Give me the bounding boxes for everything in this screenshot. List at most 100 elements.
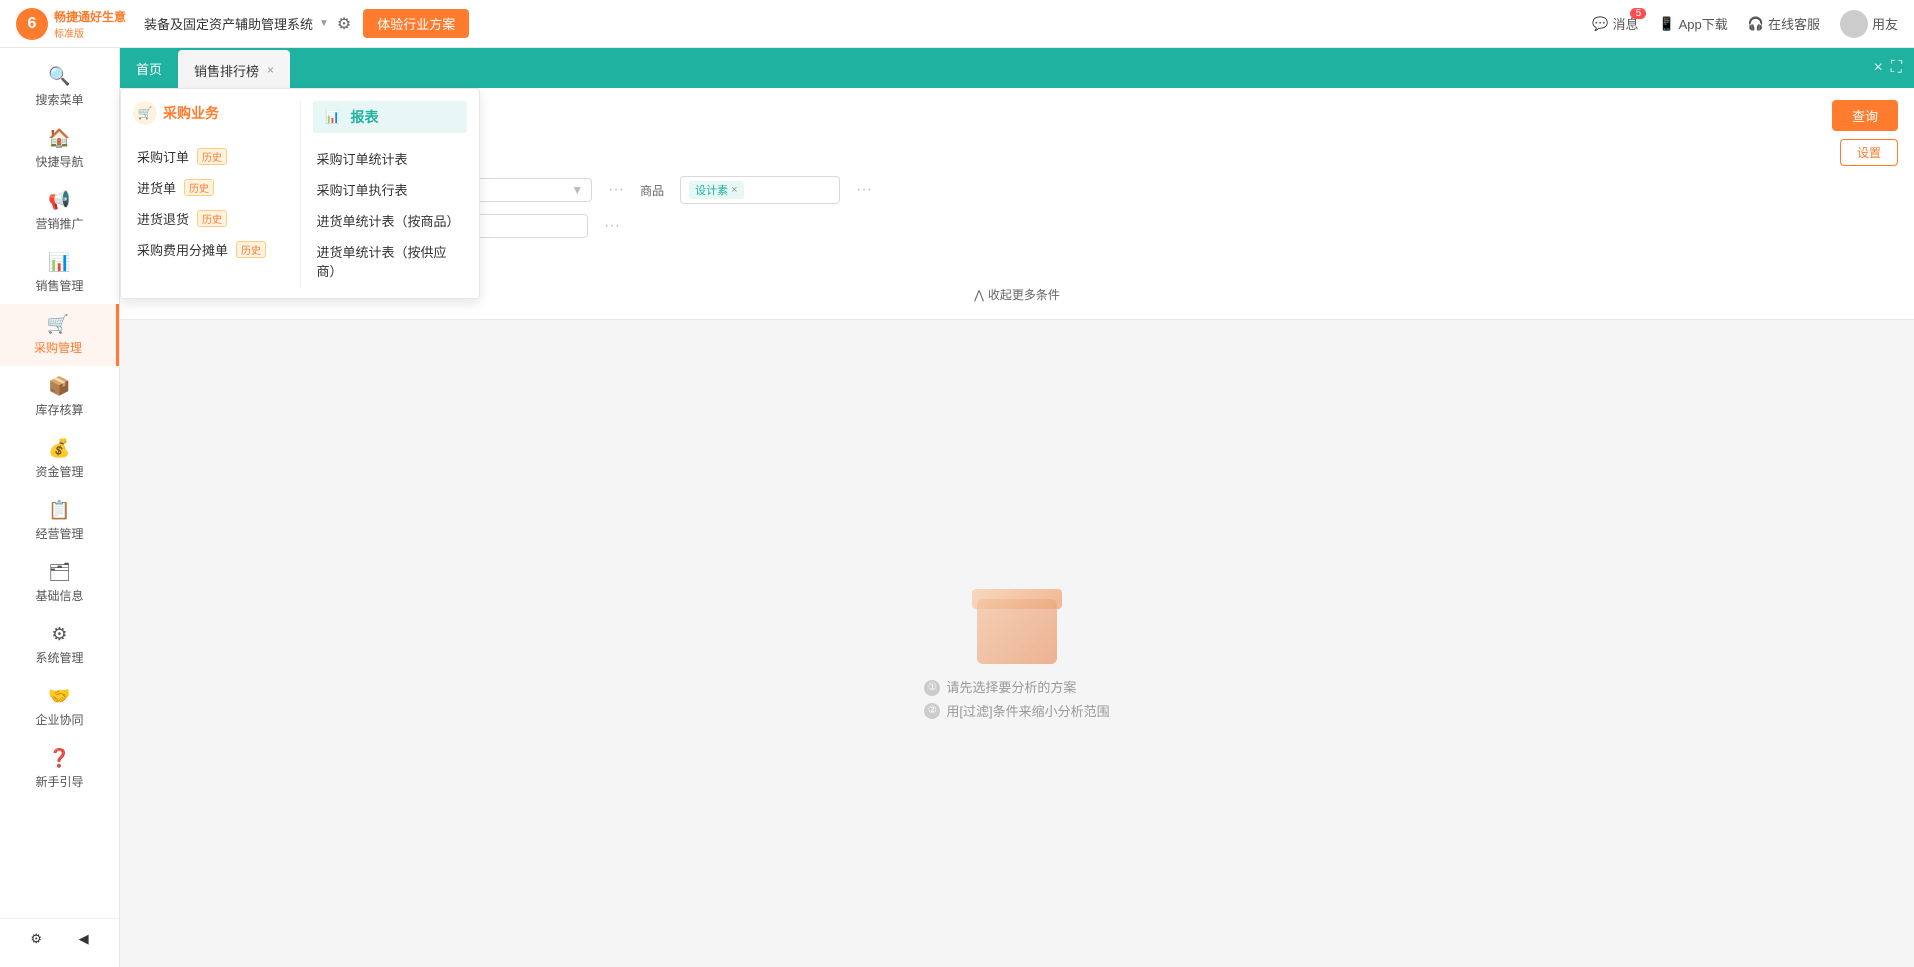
system-selector[interactable]: 装备及固定资产辅助管理系统 ▼	[144, 14, 329, 33]
chevron-down-icon: ▼	[571, 183, 583, 197]
tab-bar: 首页 销售排行榜 × × ⛶	[120, 48, 1914, 88]
user-menu[interactable]: 用友	[1840, 10, 1898, 38]
menu-item-incoming-stat-supplier[interactable]: 进货单统计表（按供应商）	[313, 236, 468, 286]
sidebar-bottom: ⚙ ◀	[0, 918, 119, 959]
purchase-section: 🛒 采购业务 采购订单 历史 进货单 历史 进货退货 历史 采购费用分摊单 历史	[121, 101, 300, 286]
purchase-menu-icon: 🛒	[133, 101, 157, 125]
empty-illustration	[957, 564, 1077, 664]
system-icon: ⚙	[51, 624, 67, 645]
empty-state: ① 请先选择要分析的方案 ② 用[过滤]条件来缩小分析范围	[120, 320, 1914, 967]
menu-item-order-exec[interactable]: 采购订单执行表	[313, 174, 468, 205]
hist-tag: 历史	[184, 179, 214, 196]
sidebar-item-system[interactable]: ⚙ 系统管理	[0, 614, 119, 676]
sidebar-item-capital[interactable]: 💰 资金管理	[0, 428, 119, 490]
settings-icon[interactable]: ⚙	[337, 14, 351, 34]
sidebar-label: 新手引导	[35, 773, 83, 790]
product-more[interactable]: ···	[856, 181, 872, 199]
sidebar-item-quick-nav[interactable]: 🏠 快捷导航	[0, 118, 119, 180]
hist-tag: 历史	[236, 241, 266, 258]
sidebar-label: 搜索菜单	[35, 91, 83, 108]
hist-tag: 历史	[197, 148, 227, 165]
sidebar-label: 系统管理	[35, 649, 83, 666]
phone-icon: 📱	[1658, 16, 1674, 32]
sidebar-label: 经营管理	[35, 525, 83, 542]
message-badge: 5	[1630, 8, 1646, 19]
tab-home[interactable]: 首页	[120, 48, 178, 88]
collapse-btn[interactable]: ⋀ 收起更多条件	[974, 286, 1060, 303]
purchase-section-title: 🛒 采购业务	[133, 101, 288, 131]
basic-icon: 🗂	[48, 562, 71, 583]
tab-sales-rank[interactable]: 销售排行榜 ×	[178, 50, 290, 90]
chevron-down-icon: ▼	[319, 18, 329, 29]
logo-text: 畅捷通好生意 标准版	[54, 8, 126, 40]
menu-item-incoming-stat-product[interactable]: 进货单统计表（按商品）	[313, 205, 468, 236]
purchase-icon: 🛒	[47, 314, 69, 335]
menu-item-expense[interactable]: 采购费用分摊单 历史	[133, 234, 288, 265]
headset-icon: 🎧	[1748, 16, 1764, 32]
sidebar-label: 营销推广	[35, 215, 83, 232]
sidebar-item-operation[interactable]: 📋 经营管理	[0, 490, 119, 552]
sidebar-label: 库存核算	[35, 401, 83, 418]
settings-button[interactable]: 设置	[1840, 139, 1898, 166]
sidebar-label: 快捷导航	[35, 153, 83, 170]
salesperson-more[interactable]: ···	[604, 217, 620, 235]
inventory-icon: 📦	[48, 376, 70, 397]
hist-tag: 历史	[197, 210, 227, 227]
menu-item-order-stat[interactable]: 采购订单统计表	[313, 143, 468, 174]
capital-icon: 💰	[48, 438, 70, 459]
query-button[interactable]: 查询	[1832, 100, 1898, 131]
operation-icon: 📋	[48, 500, 70, 521]
sidebar: 🔍 搜索菜单 🏠 快捷导航 📢 营销推广 📊 销售管理 🛒 采购管理 📦 库存核…	[0, 48, 120, 967]
app-download-btn[interactable]: 📱 App下载	[1658, 14, 1727, 33]
sales-icon: 📊	[48, 252, 70, 273]
report-section: 📊 报表 采购订单统计表 采购订单执行表 进货单统计表（按商品） 进货单统计表（…	[300, 101, 480, 286]
top-right: 💬 消息 5 📱 App下载 🎧 在线客服 用友	[1592, 10, 1898, 38]
doc-status-more[interactable]: ···	[608, 181, 624, 199]
tab-close-icon[interactable]: ×	[267, 63, 274, 77]
sidebar-label: 采购管理	[34, 339, 82, 356]
expand-icon[interactable]: ⛶	[1891, 59, 1902, 77]
product-tag: 设计素 ×	[689, 181, 743, 199]
sidebar-collapse-icon[interactable]: ◀	[79, 931, 89, 947]
report-menu-icon: 📊	[321, 105, 345, 129]
avatar	[1840, 10, 1868, 38]
home-icon: 🏠	[48, 128, 70, 149]
top-bar: 6 畅捷通好生意 标准版 装备及固定资产辅助管理系统 ▼ ⚙ 体验行业方案 💬 …	[0, 0, 1914, 48]
product-field[interactable]: 设计素 ×	[680, 176, 840, 204]
messages-btn[interactable]: 💬 消息 5	[1592, 14, 1638, 33]
logo-area: 6 畅捷通好生意 标准版	[16, 8, 136, 40]
empty-box	[977, 599, 1057, 664]
sidebar-label: 销售管理	[35, 277, 83, 294]
sidebar-item-inventory[interactable]: 📦 库存核算	[0, 366, 119, 428]
collapse-icon: ⋀	[974, 288, 984, 302]
product-label: 商品	[640, 182, 664, 199]
sidebar-item-purchase[interactable]: 🛒 采购管理	[0, 304, 119, 366]
menu-item-purchase-order[interactable]: 采购订单 历史	[133, 141, 288, 172]
query-set-col: 查询 设置	[1832, 100, 1898, 166]
report-section-title: 📊 报表	[313, 101, 468, 133]
enterprise-icon: 🤝	[48, 686, 70, 707]
remove-tag-icon[interactable]: ×	[731, 184, 737, 196]
sidebar-item-search[interactable]: 🔍 搜索菜单	[0, 56, 119, 118]
empty-text: ① 请先选择要分析的方案 ② 用[过滤]条件来缩小分析范围	[924, 676, 1109, 723]
marketing-icon: 📢	[48, 190, 70, 211]
sidebar-label: 企业协同	[35, 711, 83, 728]
step1-num: ①	[924, 680, 940, 696]
message-icon: 💬	[1592, 16, 1608, 32]
sidebar-item-marketing[interactable]: 📢 营销推广	[0, 180, 119, 242]
sidebar-item-sales[interactable]: 📊 销售管理	[0, 242, 119, 304]
purchase-dropdown-menu: 🛒 采购业务 采购订单 历史 进货单 历史 进货退货 历史 采购费用分摊单 历史…	[120, 88, 480, 299]
online-service-btn[interactable]: 🎧 在线客服	[1748, 14, 1820, 33]
close-window-icon[interactable]: ×	[1873, 59, 1882, 77]
sidebar-item-enterprise[interactable]: 🤝 企业协同	[0, 676, 119, 738]
menu-item-return[interactable]: 进货退货 历史	[133, 203, 288, 234]
search-icon: 🔍	[48, 66, 70, 87]
sidebar-item-basic[interactable]: 🗂 基础信息	[0, 552, 119, 614]
sidebar-label: 基础信息	[35, 587, 83, 604]
menu-item-incoming[interactable]: 进货单 历史	[133, 172, 288, 203]
logo-icon: 6	[16, 8, 48, 40]
sidebar-item-guide[interactable]: ❓ 新手引导	[0, 738, 119, 800]
sidebar-settings-icon[interactable]: ⚙	[30, 931, 42, 947]
tab-controls: × ⛶	[1873, 59, 1914, 77]
industry-btn[interactable]: 体验行业方案	[363, 9, 469, 38]
